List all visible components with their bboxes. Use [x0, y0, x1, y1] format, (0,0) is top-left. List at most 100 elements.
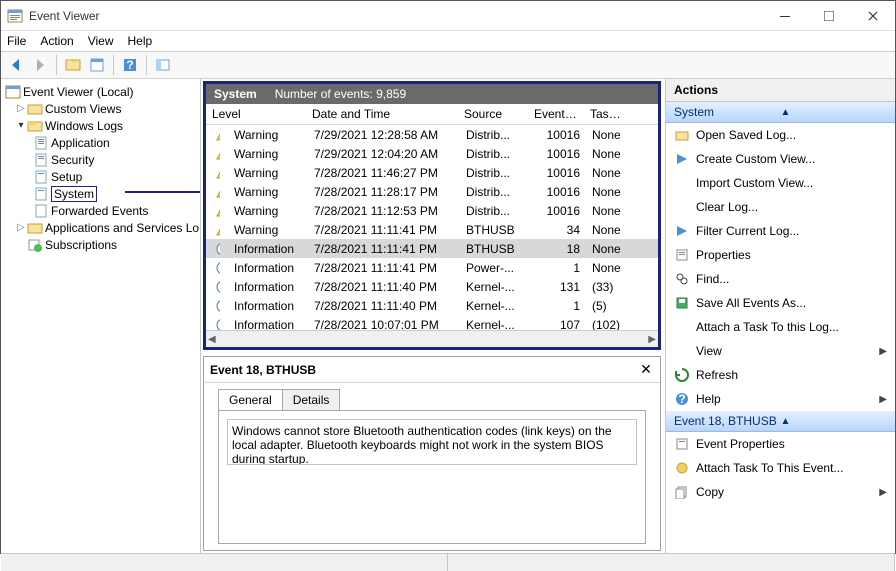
warning-icon	[210, 222, 226, 238]
action-properties[interactable]: Properties	[666, 243, 895, 267]
menu-help[interactable]: Help	[128, 34, 153, 48]
table-row[interactable]: i Information 7/28/2021 11:11:40 PM Kern…	[206, 296, 658, 315]
navigation-tree[interactable]: Event Viewer (Local) ▷ Custom Views ▾ Wi…	[1, 79, 201, 553]
action-create-custom-view[interactable]: Create Custom View...	[666, 147, 895, 171]
action-refresh[interactable]: Refresh	[666, 363, 895, 387]
chevron-right-icon: ▶	[879, 346, 887, 357]
table-row[interactable]: Warning 7/29/2021 12:28:58 AM Distrib...…	[206, 125, 658, 144]
action-attach-a-task-to-this-log[interactable]: Attach a Task To this Log...	[666, 315, 895, 339]
action-find[interactable]: Find...	[666, 267, 895, 291]
detail-title: Event 18, BTHUSB	[210, 363, 638, 377]
log-icon	[33, 186, 49, 202]
col-date[interactable]: Date and Time	[306, 104, 458, 124]
maximize-button[interactable]	[807, 1, 851, 31]
action-icon	[674, 271, 690, 287]
grid-body[interactable]: Warning 7/29/2021 12:28:58 AM Distrib...…	[206, 125, 658, 330]
warning-icon	[210, 184, 226, 200]
svg-text:?: ?	[126, 58, 133, 72]
action-icon	[674, 484, 690, 500]
detail-tabs: General Details	[204, 383, 660, 410]
action-help[interactable]: ?Help▶	[666, 387, 895, 411]
col-source[interactable]: Source	[458, 104, 528, 124]
action-icon	[674, 460, 690, 476]
log-icon	[33, 203, 49, 219]
tree-log-system[interactable]: System	[1, 185, 200, 202]
log-icon	[33, 169, 49, 185]
action-clear-log[interactable]: Clear Log...	[666, 195, 895, 219]
tree-log-application[interactable]: Application	[1, 134, 200, 151]
close-button[interactable]	[851, 1, 895, 31]
action-icon	[674, 367, 690, 383]
table-row[interactable]: i Information 7/28/2021 11:11:41 PM Powe…	[206, 258, 658, 277]
table-row[interactable]: Warning 7/29/2021 12:04:20 AM Distrib...…	[206, 144, 658, 163]
grid-title: System	[214, 87, 257, 101]
properties-button[interactable]	[86, 54, 108, 76]
minimize-button[interactable]	[763, 1, 807, 31]
info-icon: i	[210, 298, 226, 314]
actions-section-system[interactable]: System▲	[666, 102, 895, 123]
warning-icon	[210, 165, 226, 181]
action-attach-task-to-this-event[interactable]: Attach Task To This Event...	[666, 456, 895, 480]
table-row[interactable]: i Information 7/28/2021 11:11:41 PM BTHU…	[206, 239, 658, 258]
grid-title-bar: System Number of events: 9,859	[206, 84, 658, 104]
chevron-right-icon: ▶	[879, 394, 887, 405]
menu-view[interactable]: View	[88, 34, 114, 48]
warning-icon	[210, 127, 226, 143]
actions-pane: Actions System▲ Open Saved Log...Create …	[665, 79, 895, 553]
col-level[interactable]: Level	[206, 104, 306, 124]
tree-log-forwarded[interactable]: Forwarded Events	[1, 202, 200, 219]
action-view[interactable]: View▶	[666, 339, 895, 363]
back-button[interactable]	[5, 54, 27, 76]
folder-open-icon	[27, 118, 43, 134]
actions-section-event[interactable]: Event 18, BTHUSB▲	[666, 411, 895, 432]
info-icon: i	[210, 279, 226, 295]
menu-bar: File Action View Help	[1, 31, 895, 51]
table-row[interactable]: Warning 7/28/2021 11:11:41 PM BTHUSB 34 …	[206, 220, 658, 239]
tab-general[interactable]: General	[218, 389, 283, 410]
tree-windows-logs[interactable]: ▾ Windows Logs	[1, 117, 200, 134]
info-icon: i	[210, 260, 226, 276]
action-event-properties[interactable]: Event Properties	[666, 432, 895, 456]
tree-log-setup[interactable]: Setup	[1, 168, 200, 185]
grid-columns[interactable]: Level Date and Time Source Event ID Task…	[206, 104, 658, 125]
tree-subscriptions[interactable]: Subscriptions	[1, 236, 200, 253]
tree-log-security[interactable]: Security	[1, 151, 200, 168]
menu-action[interactable]: Action	[40, 34, 73, 48]
action-save-all-events-as[interactable]: Save All Events As...	[666, 291, 895, 315]
show-tree-button[interactable]	[62, 54, 84, 76]
action-icon	[674, 436, 690, 452]
eventviewer-icon	[5, 84, 21, 100]
horizontal-scrollbar[interactable]: ◀▶	[206, 330, 658, 347]
action-import-custom-view[interactable]: Import Custom View...	[666, 171, 895, 195]
chevron-right-icon: ▶	[879, 487, 887, 498]
menu-file[interactable]: File	[7, 34, 26, 48]
view-button[interactable]	[152, 54, 174, 76]
help-button[interactable]: ?	[119, 54, 141, 76]
grid-count: Number of events: 9,859	[275, 87, 406, 101]
action-open-saved-log[interactable]: Open Saved Log...	[666, 123, 895, 147]
table-row[interactable]: i Information 7/28/2021 10:07:01 PM Kern…	[206, 315, 658, 330]
detail-close-button[interactable]: ✕	[638, 361, 654, 378]
folder-icon	[27, 101, 43, 117]
warning-icon	[210, 146, 226, 162]
table-row[interactable]: Warning 7/28/2021 11:28:17 PM Distrib...…	[206, 182, 658, 201]
status-bar	[1, 553, 895, 571]
table-row[interactable]: Warning 7/28/2021 11:12:53 PM Distrib...…	[206, 201, 658, 220]
action-icon: ?	[674, 391, 690, 407]
tree-apps-services[interactable]: ▷ Applications and Services Lo	[1, 219, 200, 236]
collapse-icon: ▲	[781, 416, 888, 427]
app-icon	[7, 8, 23, 24]
svg-text:?: ?	[678, 392, 685, 406]
col-eventid[interactable]: Event ID	[528, 104, 584, 124]
annotation-arrow	[125, 191, 201, 193]
col-task[interactable]: Task C	[584, 104, 632, 124]
table-row[interactable]: i Information 7/28/2021 11:11:40 PM Kern…	[206, 277, 658, 296]
action-copy[interactable]: Copy▶	[666, 480, 895, 504]
window-title: Event Viewer	[29, 9, 763, 23]
forward-button[interactable]	[29, 54, 51, 76]
tab-details[interactable]: Details	[283, 389, 341, 410]
tree-custom-views[interactable]: ▷ Custom Views	[1, 100, 200, 117]
action-filter-current-log[interactable]: Filter Current Log...	[666, 219, 895, 243]
table-row[interactable]: Warning 7/28/2021 11:46:27 PM Distrib...…	[206, 163, 658, 182]
tree-root[interactable]: Event Viewer (Local)	[1, 83, 200, 100]
